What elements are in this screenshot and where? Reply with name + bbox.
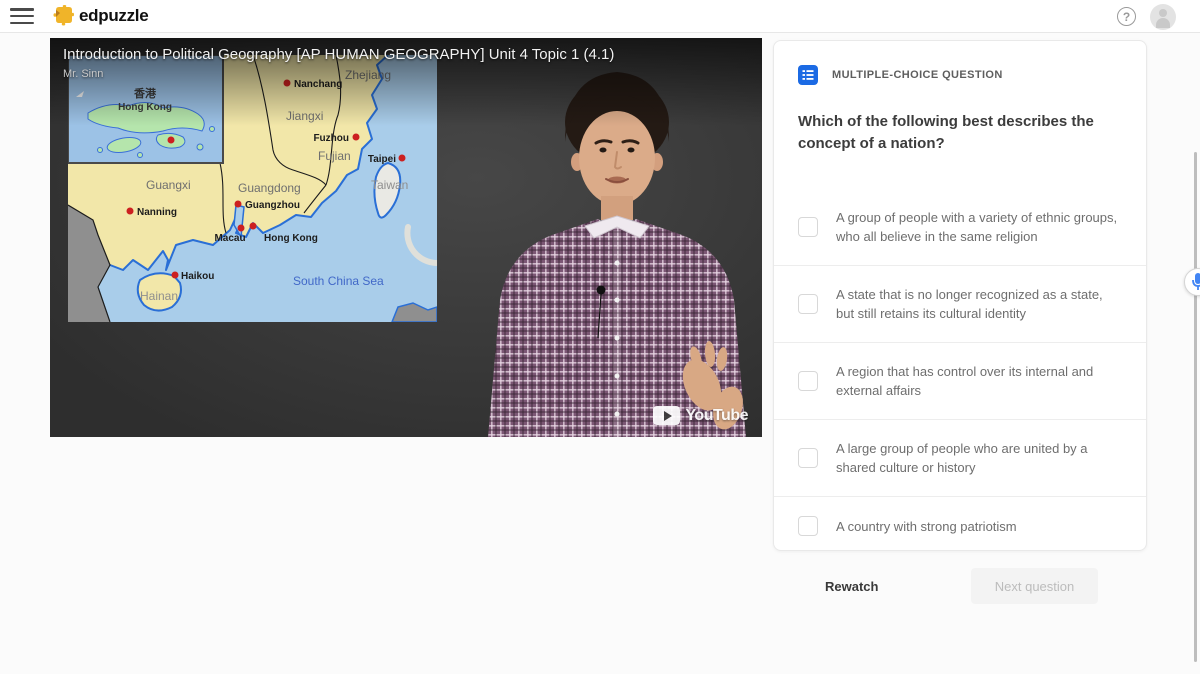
question-header: MULTIPLE-CHOICE QUESTION xyxy=(774,41,1146,85)
youtube-play-icon xyxy=(653,406,681,425)
person-icon xyxy=(1159,8,1167,17)
help-icon[interactable]: ? xyxy=(1117,7,1136,26)
map-label: Zhejiang xyxy=(345,68,391,82)
microphone-extension-icon[interactable] xyxy=(1184,268,1200,296)
avatar[interactable] xyxy=(1150,3,1176,30)
brand-name: edpuzzle xyxy=(79,6,149,25)
main-content: 香港 Hong Kong Zhejiang Nanchang Jiangxi F… xyxy=(0,33,1200,674)
map-label: Hainan xyxy=(140,289,178,303)
map-label: Fuzhou xyxy=(313,133,349,144)
multiple-choice-icon xyxy=(798,65,818,85)
option-checkbox[interactable] xyxy=(798,516,818,536)
map-label: Taiwan xyxy=(371,178,408,192)
brand[interactable]: edpuzzle xyxy=(50,4,149,28)
map-label: 香港 xyxy=(133,86,157,100)
map-label: South China Sea xyxy=(293,274,384,288)
edpuzzle-logo-icon xyxy=(53,5,74,26)
option-checkbox[interactable] xyxy=(798,294,818,314)
map-label: Nanning xyxy=(137,207,177,218)
map-label: Guangxi xyxy=(146,178,191,192)
hong-kong-inset: 香港 Hong Kong xyxy=(68,55,224,164)
map-label: Haikou xyxy=(181,271,214,282)
answer-option-4[interactable]: A large group of people who are united b… xyxy=(774,419,1146,496)
map-label: Guangdong xyxy=(238,181,301,195)
option-checkbox[interactable] xyxy=(798,217,818,237)
rewatch-button[interactable]: Rewatch xyxy=(825,579,878,594)
map-label: Hong Kong xyxy=(118,102,172,113)
hamburger-menu-icon[interactable] xyxy=(10,8,34,24)
youtube-label: YouTube xyxy=(685,406,748,424)
answer-option-5[interactable]: A country with strong patriotism xyxy=(774,496,1146,555)
lapel-microphone xyxy=(596,285,606,295)
question-card: MULTIPLE-CHOICE QUESTION Which of the fo… xyxy=(773,40,1147,551)
video-player[interactable]: 香港 Hong Kong Zhejiang Nanchang Jiangxi F… xyxy=(50,38,762,437)
answer-option-2[interactable]: A state that is no longer recognized as … xyxy=(774,265,1146,342)
answer-option-3[interactable]: A region that has control over its inter… xyxy=(774,342,1146,419)
option-text: A country with strong patriotism xyxy=(836,518,1017,534)
map-label: Macau xyxy=(214,233,245,244)
question-actions: Rewatch Next question xyxy=(773,568,1147,604)
question-type-label: MULTIPLE-CHOICE QUESTION xyxy=(832,69,1003,81)
question-text: Which of the following best describes th… xyxy=(798,113,1094,152)
map-label: Guangzhou xyxy=(245,200,300,211)
youtube-watermark[interactable]: YouTube xyxy=(653,406,748,425)
option-text: A state that is no longer recognized as … xyxy=(836,287,1103,321)
answer-options: A group of people with a variety of ethn… xyxy=(774,189,1146,555)
topbar: edpuzzle ? xyxy=(0,0,1200,33)
map-label: Fujian xyxy=(318,149,351,163)
next-question-button[interactable]: Next question xyxy=(971,568,1098,604)
option-checkbox[interactable] xyxy=(798,371,818,391)
option-text: A group of people with a variety of ethn… xyxy=(836,210,1118,244)
answer-option-1[interactable]: A group of people with a variety of ethn… xyxy=(774,189,1146,265)
map-label: Nanchang xyxy=(294,79,342,90)
map-label: Taipei xyxy=(368,154,396,165)
map-label: Hong Kong xyxy=(264,233,318,244)
option-text: A region that has control over its inter… xyxy=(836,364,1094,398)
option-checkbox[interactable] xyxy=(798,448,818,468)
china-map-graphic: 香港 Hong Kong Zhejiang Nanchang Jiangxi F… xyxy=(68,55,437,322)
vertical-scrollbar[interactable] xyxy=(1194,152,1197,662)
map-label: Jiangxi xyxy=(286,109,323,123)
option-text: A large group of people who are united b… xyxy=(836,441,1088,475)
